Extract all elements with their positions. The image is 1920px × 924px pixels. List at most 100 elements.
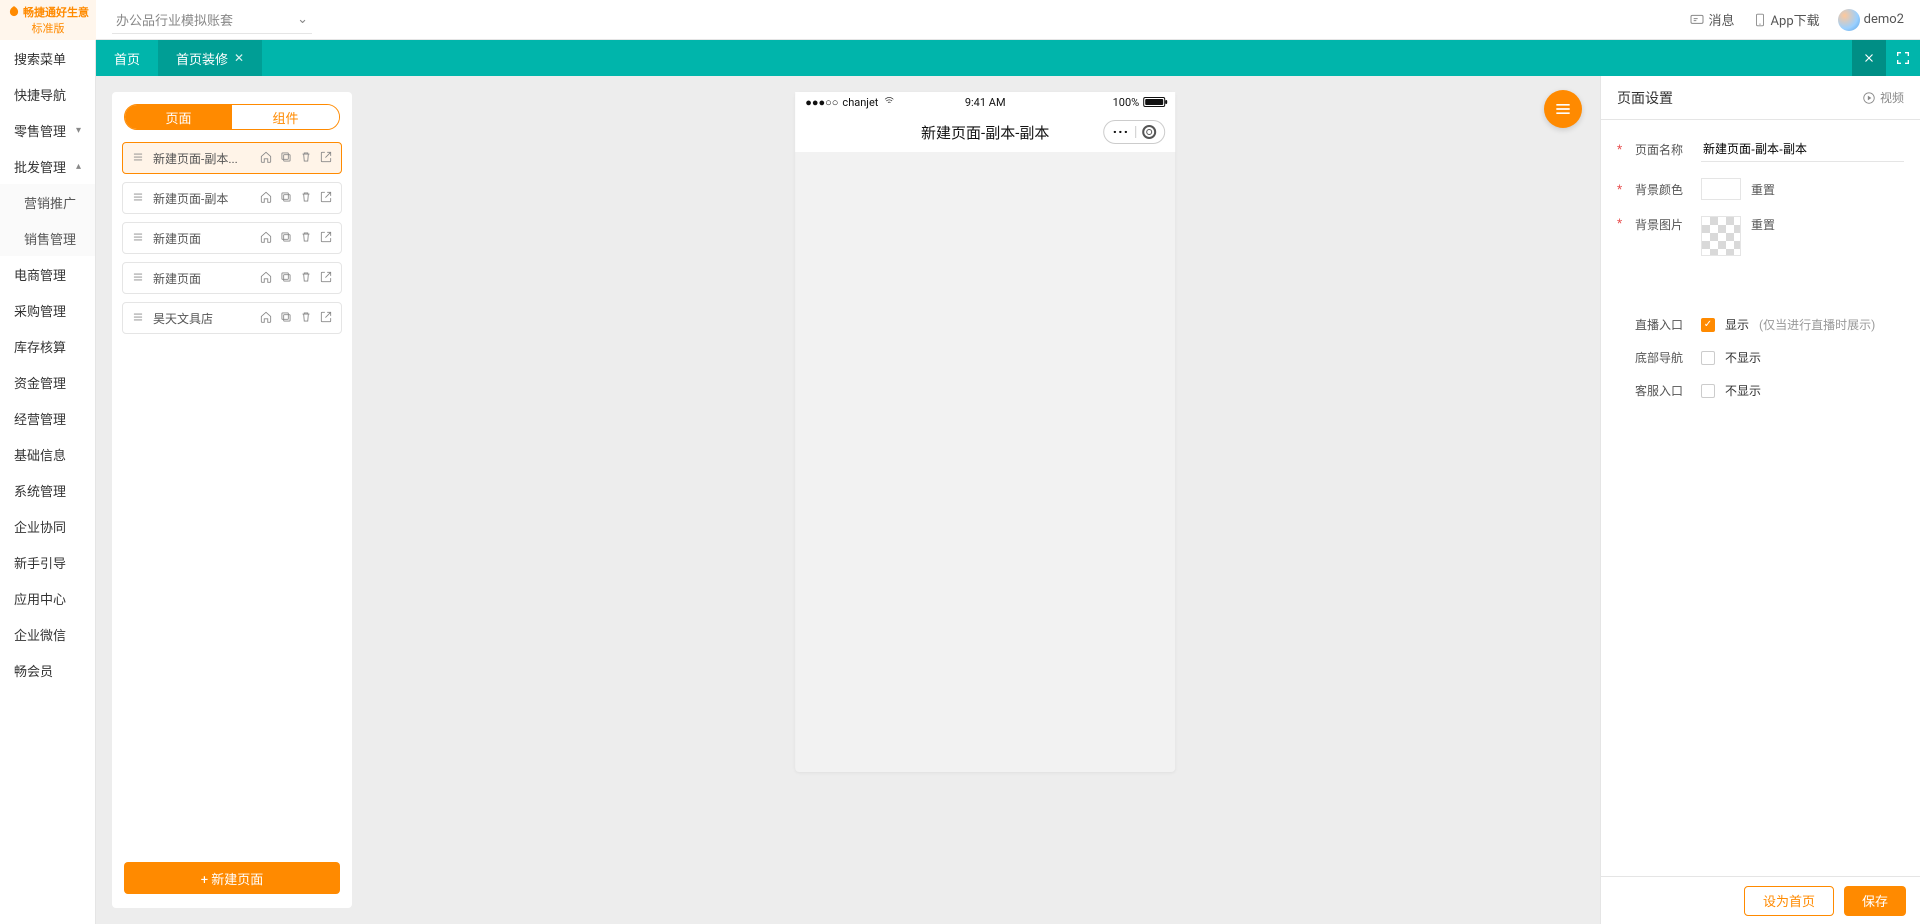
chevron-icon: ▾ <box>76 125 81 136</box>
cs-checkbox[interactable] <box>1701 384 1715 398</box>
home-icon[interactable] <box>259 190 273 207</box>
app-download-link[interactable]: App下载 <box>1753 10 1820 29</box>
fullscreen-toggle[interactable] <box>1886 40 1920 76</box>
page-item-name: 新建页面-副本 <box>153 190 251 207</box>
account-selector[interactable]: 办公品行业模拟账套 ⌄ <box>112 6 312 34</box>
sidebar-item-13[interactable]: 企业协同 <box>0 508 95 544</box>
phone-time: 9:41 AM <box>795 96 1175 109</box>
workarea: 页面 组件 新建页面-副本...新建页面-副本新建页面新建页面昊天文具店 + 新… <box>96 76 1920 924</box>
copy-icon[interactable] <box>279 270 293 287</box>
drag-handle-icon[interactable] <box>131 270 145 287</box>
sidebar-item-3[interactable]: 批发管理▴ <box>0 148 95 184</box>
segment-component[interactable]: 组件 <box>232 105 339 129</box>
delete-icon[interactable] <box>299 150 313 167</box>
bgcolor-swatch[interactable] <box>1701 178 1741 200</box>
copy-icon[interactable] <box>279 150 293 167</box>
sidebar-item-15[interactable]: 应用中心 <box>0 580 95 616</box>
sidebar-item-4[interactable]: 营销推广 <box>0 184 95 220</box>
sidebar: 搜索菜单快捷导航零售管理▾批发管理▴营销推广销售管理电商管理采购管理库存核算资金… <box>0 40 96 924</box>
share-icon[interactable] <box>319 230 333 247</box>
new-page-button[interactable]: + 新建页面 <box>124 862 340 894</box>
drag-handle-icon[interactable] <box>131 310 145 327</box>
help-video-label: 视频 <box>1880 89 1904 106</box>
sidebar-item-7[interactable]: 采购管理 <box>0 292 95 328</box>
sidebar-item-9[interactable]: 资金管理 <box>0 364 95 400</box>
sidebar-item-16[interactable]: 企业微信 <box>0 616 95 652</box>
live-label: 直播入口 <box>1635 316 1691 333</box>
page-item-0[interactable]: 新建页面-副本... <box>122 142 342 174</box>
page-name-input[interactable] <box>1701 136 1904 162</box>
bgimg-row: * 背景图片 重置 <box>1617 216 1904 256</box>
component-drawer-toggle[interactable] <box>1544 90 1582 128</box>
bgimg-picker[interactable] <box>1701 216 1741 256</box>
tab-bar: 首页首页装修✕ <box>96 40 1920 76</box>
sidebar-item-5[interactable]: 销售管理 <box>0 220 95 256</box>
page-item-name: 新建页面 <box>153 230 251 247</box>
brand-logo[interactable]: 畅捷通好生意 标准版 <box>0 0 96 40</box>
app-download-label: App下载 <box>1771 10 1820 29</box>
page-name-label: 页面名称 <box>1635 141 1691 158</box>
edition-label: 标准版 <box>32 20 65 36</box>
bottom-nav-checkbox[interactable] <box>1701 351 1715 365</box>
set-home-button[interactable]: 设为首页 <box>1744 886 1834 916</box>
delete-icon[interactable] <box>299 230 313 247</box>
bgcolor-row: * 背景颜色 重置 <box>1617 178 1904 200</box>
sidebar-item-12[interactable]: 系统管理 <box>0 472 95 508</box>
chevron-down-icon: ⌄ <box>297 12 308 27</box>
sidebar-item-1[interactable]: 快捷导航 <box>0 76 95 112</box>
more-icon: ··· <box>1113 123 1130 141</box>
save-button[interactable]: 保存 <box>1844 886 1906 916</box>
topbar: 畅捷通好生意 标准版 办公品行业模拟账套 ⌄ 消息 App下载 demo2 <box>0 0 1920 40</box>
share-icon[interactable] <box>319 150 333 167</box>
home-icon[interactable] <box>259 270 273 287</box>
sidebar-item-10[interactable]: 经营管理 <box>0 400 95 436</box>
page-item-name: 新建页面-副本... <box>153 150 251 167</box>
settings-panel: 页面设置 视频 * 页面名称 * 背景颜色 重置 * 背景图片 重 <box>1600 76 1920 924</box>
page-item-name: 新建页面 <box>153 270 251 287</box>
share-icon[interactable] <box>319 270 333 287</box>
delete-icon[interactable] <box>299 310 313 327</box>
sidebar-item-14[interactable]: 新手引导 <box>0 544 95 580</box>
sidebar-item-6[interactable]: 电商管理 <box>0 256 95 292</box>
copy-icon[interactable] <box>279 230 293 247</box>
home-icon[interactable] <box>259 150 273 167</box>
sidebar-item-0[interactable]: 搜索菜单 <box>0 40 95 76</box>
phone-header: 新建页面-副本-副本 ··· <box>795 112 1175 152</box>
user-menu[interactable]: demo2 <box>1838 9 1904 31</box>
miniprogram-capsule[interactable]: ··· <box>1104 120 1166 144</box>
bottom-nav-noshow-label: 不显示 <box>1725 349 1761 366</box>
messages-link[interactable]: 消息 <box>1689 10 1735 29</box>
battery-icon <box>1143 97 1165 107</box>
page-item-4[interactable]: 昊天文具店 <box>122 302 342 334</box>
page-item-2[interactable]: 新建页面 <box>122 222 342 254</box>
page-item-3[interactable]: 新建页面 <box>122 262 342 294</box>
share-icon[interactable] <box>319 310 333 327</box>
bgimg-reset[interactable]: 重置 <box>1751 216 1775 233</box>
live-show-checkbox[interactable]: ✓ <box>1701 318 1715 332</box>
tab-close-all[interactable] <box>1852 40 1886 76</box>
drag-handle-icon[interactable] <box>131 190 145 207</box>
tab-0[interactable]: 首页 <box>96 40 158 76</box>
drag-handle-icon[interactable] <box>131 150 145 167</box>
delete-icon[interactable] <box>299 190 313 207</box>
page-component-segment: 页面 组件 <box>124 104 340 130</box>
bgcolor-reset[interactable]: 重置 <box>1751 181 1775 198</box>
drag-handle-icon[interactable] <box>131 230 145 247</box>
home-icon[interactable] <box>259 230 273 247</box>
copy-icon[interactable] <box>279 190 293 207</box>
sidebar-item-8[interactable]: 库存核算 <box>0 328 95 364</box>
tab-close-icon[interactable]: ✕ <box>234 51 244 65</box>
messages-label: 消息 <box>1709 10 1735 29</box>
page-item-1[interactable]: 新建页面-副本 <box>122 182 342 214</box>
delete-icon[interactable] <box>299 270 313 287</box>
account-name: 办公品行业模拟账套 <box>116 10 233 29</box>
sidebar-item-11[interactable]: 基础信息 <box>0 436 95 472</box>
segment-page[interactable]: 页面 <box>125 105 232 129</box>
copy-icon[interactable] <box>279 310 293 327</box>
share-icon[interactable] <box>319 190 333 207</box>
sidebar-item-17[interactable]: 畅会员 <box>0 652 95 688</box>
sidebar-item-2[interactable]: 零售管理▾ <box>0 112 95 148</box>
help-video-link[interactable]: 视频 <box>1862 89 1904 106</box>
tab-1[interactable]: 首页装修✕ <box>158 40 262 76</box>
home-icon[interactable] <box>259 310 273 327</box>
